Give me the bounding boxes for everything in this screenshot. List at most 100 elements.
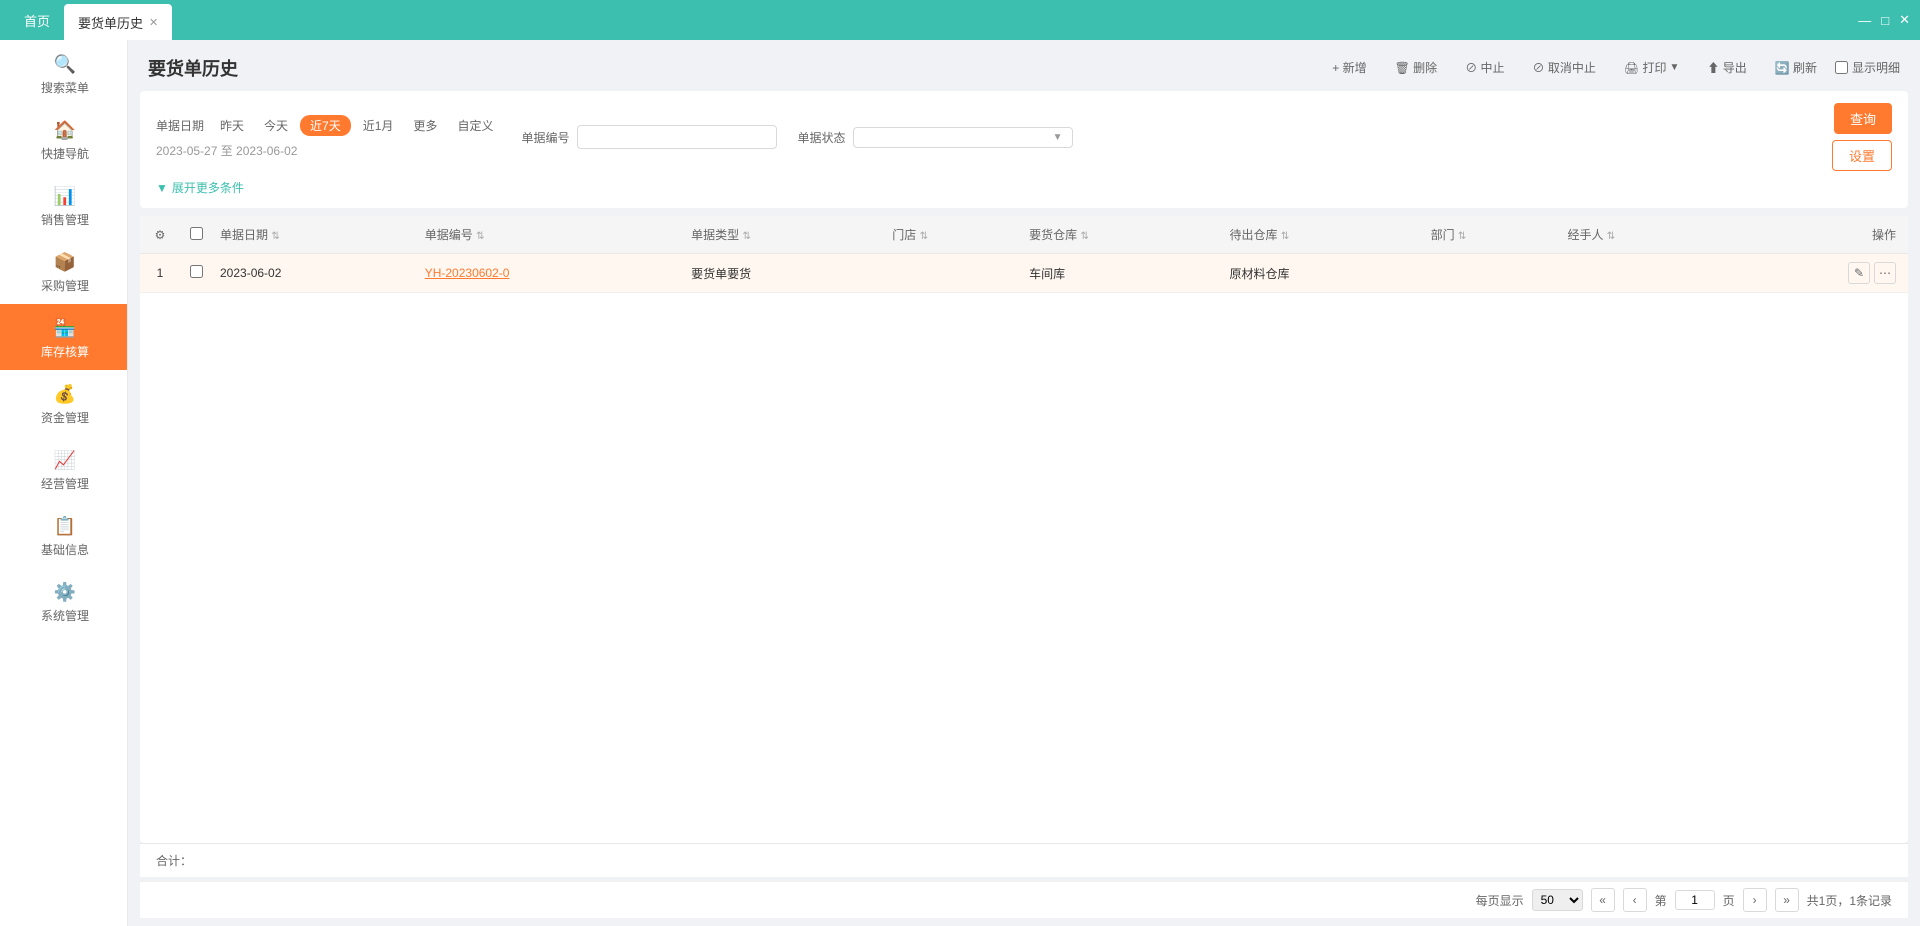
sales-icon: 📊: [54, 186, 76, 207]
settings-button[interactable]: 设置: [1832, 140, 1892, 171]
expand-conditions-button[interactable]: ▼ 展开更多条件: [156, 179, 1892, 196]
export-button[interactable]: ⬆ 导出: [1697, 54, 1756, 81]
print-button[interactable]: 🖨 打印 ▼: [1614, 54, 1689, 81]
doc-no-filter: 单据编号: [521, 125, 777, 149]
purchase-icon: 📦: [54, 252, 76, 273]
row-handler: [1559, 254, 1728, 293]
sidebar-item-system[interactable]: ⚙️ 系统管理: [0, 568, 127, 634]
sidebar-item-quick-nav[interactable]: 🏠 快捷导航: [0, 106, 127, 172]
col-req-warehouse: 要货仓库 ⇅: [1021, 216, 1221, 254]
col-pending-warehouse: 待出仓库 ⇅: [1221, 216, 1422, 254]
status-label: 单据状态: [797, 129, 845, 146]
chevron-down-icon: ▼: [1669, 62, 1679, 73]
window-controls: — □ ✕: [1858, 12, 1910, 28]
stop-button[interactable]: ⊘ 中止: [1455, 54, 1514, 81]
sort-icon[interactable]: ⇅: [1607, 231, 1615, 242]
row-ops-cell: ✎ ⋯: [1728, 254, 1908, 293]
date-filter: 单据日期 昨天 今天 近7天 近1月 更多 自定义 2023-05-27 至 2…: [156, 115, 501, 159]
col-doc-no: 单据编号 ⇅: [417, 216, 683, 254]
sidebar-item-search[interactable]: 🔍 搜索菜单: [0, 40, 127, 106]
select-all-checkbox[interactable]: [190, 227, 203, 240]
search-icon: 🔍: [54, 54, 76, 75]
finance-icon: 💰: [54, 384, 76, 405]
date-btn-more[interactable]: 更多: [405, 115, 445, 136]
doc-no-link[interactable]: YH-20230602-0: [425, 266, 510, 280]
row-req-warehouse: 车间库: [1021, 254, 1221, 293]
sort-icon[interactable]: ⇅: [1458, 231, 1466, 242]
chevron-down-icon: ▼: [156, 181, 168, 195]
sort-icon[interactable]: ⇅: [920, 231, 928, 242]
cancel-stop-button[interactable]: ⊘ 取消中止: [1523, 54, 1606, 81]
date-btn-today[interactable]: 今天: [256, 115, 296, 136]
page-first-button[interactable]: «: [1591, 888, 1615, 912]
sidebar-item-operation[interactable]: 📈 经营管理: [0, 436, 127, 502]
status-filter: 单据状态 ▼: [797, 127, 1073, 148]
doc-no-input[interactable]: [577, 125, 777, 149]
sort-icon[interactable]: ⇅: [476, 231, 484, 242]
status-select[interactable]: ▼: [853, 127, 1073, 148]
date-btn-1month[interactable]: 近1月: [355, 115, 402, 136]
inventory-icon: 🏪: [54, 318, 76, 339]
sort-icon[interactable]: ⇅: [1080, 231, 1088, 242]
tab-close-icon[interactable]: ✕: [149, 16, 158, 29]
row-checkbox-cell: [180, 254, 212, 293]
display-detail-checkbox[interactable]: [1835, 61, 1848, 74]
system-icon: ⚙️: [54, 582, 76, 603]
row-doc-type: 要货单要货: [683, 254, 884, 293]
tab-home[interactable]: 首页: [10, 0, 64, 40]
tab-history[interactable]: 要货单历史 ✕: [64, 4, 172, 40]
table-empty-space: [140, 293, 1908, 843]
query-button[interactable]: 查询: [1834, 103, 1892, 134]
per-page-select[interactable]: 50 10 20 100: [1532, 889, 1583, 911]
row-index: 1: [140, 254, 180, 293]
row-edit-button[interactable]: ✎: [1848, 262, 1870, 284]
col-ops: 操作: [1728, 216, 1908, 254]
table-wrap: ⚙ 单据日期 ⇅ 单据编号 ⇅ 单据类型: [140, 216, 1908, 843]
date-btn-custom[interactable]: 自定义: [449, 115, 501, 136]
row-date: 2023-06-02: [212, 254, 417, 293]
date-btn-yesterday[interactable]: 昨天: [212, 115, 252, 136]
delete-button[interactable]: 🗑 删除: [1385, 54, 1448, 81]
sort-icon[interactable]: ⇅: [271, 231, 279, 242]
page-last-button[interactable]: »: [1775, 888, 1799, 912]
date-range-display: 2023-05-27 至 2023-06-02: [156, 142, 501, 159]
window-close[interactable]: ✕: [1899, 12, 1910, 28]
col-handler: 经手人 ⇅: [1559, 216, 1728, 254]
page-header: 要货单历史 + 新增 🗑 删除 ⊘ 中止 ⊘ 取消中止 🖨 打印 ▼: [128, 40, 1920, 91]
display-detail-toggle[interactable]: 显示明细: [1835, 59, 1900, 76]
refresh-button[interactable]: 🔄 刷新: [1765, 54, 1827, 81]
date-btn-7days[interactable]: 近7天: [300, 115, 351, 136]
footer-summary: 合计：: [140, 843, 1908, 877]
date-filter-label: 单据日期: [156, 117, 204, 134]
sidebar: 🔍 搜索菜单 🏠 快捷导航 📊 销售管理 📦 采购管理 🏪 库存核算 💰 资金管…: [0, 40, 128, 926]
filter-area: 单据日期 昨天 今天 近7天 近1月 更多 自定义 2023-05-27 至 2…: [140, 91, 1908, 208]
page-next-button[interactable]: ›: [1743, 888, 1767, 912]
filter-row: 单据日期 昨天 今天 近7天 近1月 更多 自定义 2023-05-27 至 2…: [156, 103, 1892, 171]
sidebar-item-basic[interactable]: 📋 基础信息: [0, 502, 127, 568]
sidebar-item-inventory[interactable]: 🏪 库存核算: [0, 304, 127, 370]
operation-icon: 📈: [54, 450, 76, 471]
row-delete-button[interactable]: ⋯: [1874, 262, 1896, 284]
sidebar-item-sales[interactable]: 📊 销售管理: [0, 172, 127, 238]
window-maximize[interactable]: □: [1881, 13, 1889, 28]
sort-icon[interactable]: ⇅: [743, 231, 751, 242]
col-settings[interactable]: ⚙: [140, 216, 180, 254]
content-area: 要货单历史 + 新增 🗑 删除 ⊘ 中止 ⊘ 取消中止 🖨 打印 ▼: [128, 40, 1920, 926]
page-prev-button[interactable]: ‹: [1623, 888, 1647, 912]
page-number-input[interactable]: [1675, 890, 1715, 910]
add-button[interactable]: + 新增: [1322, 54, 1376, 81]
filter-actions: 查询 设置: [1832, 103, 1892, 171]
col-date: 单据日期 ⇅: [212, 216, 417, 254]
row-checkbox[interactable]: [190, 265, 203, 278]
window-minimize[interactable]: —: [1858, 13, 1871, 28]
row-pending-warehouse: 原材料仓库: [1221, 254, 1422, 293]
sort-icon[interactable]: ⇅: [1281, 231, 1289, 242]
table-row: 1 2023-06-02 YH-20230602-0 要货单要货 车间库 原材料…: [140, 254, 1908, 293]
col-department: 部门 ⇅: [1423, 216, 1560, 254]
sidebar-item-finance[interactable]: 💰 资金管理: [0, 370, 127, 436]
sidebar-item-purchase[interactable]: 📦 采购管理: [0, 238, 127, 304]
row-operations: ✎ ⋯: [1736, 262, 1896, 284]
date-buttons: 昨天 今天 近7天 近1月 更多 自定义: [212, 115, 501, 136]
chevron-down-icon: ▼: [1053, 132, 1063, 143]
main-layout: 🔍 搜索菜单 🏠 快捷导航 📊 销售管理 📦 采购管理 🏪 库存核算 💰 资金管…: [0, 40, 1920, 926]
